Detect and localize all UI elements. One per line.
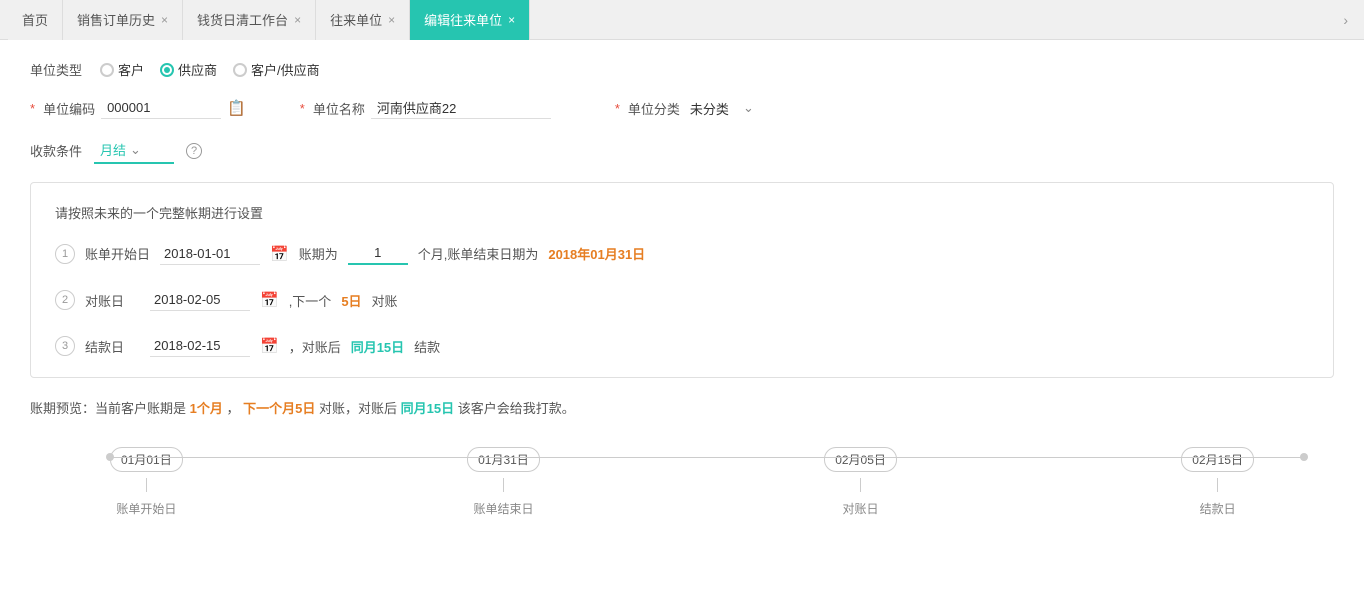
category-required: * xyxy=(615,101,620,116)
payment-condition-row: 收款条件 月结 ⌄ ? xyxy=(30,137,1334,164)
row-label-2: 对账日 xyxy=(85,291,140,310)
name-required: * xyxy=(300,101,305,116)
tab-partner[interactable]: 往来单位 × xyxy=(316,0,410,40)
row-num-1: 1 xyxy=(55,244,75,264)
unit-type-label: 单位类型 xyxy=(30,60,82,79)
unit-type-radio-group: 客户 供应商 客户/供应商 xyxy=(100,60,320,79)
settings-row-1: 1 账单开始日 📅 账期为 个月,账单结束日期为 2018年01月31日 xyxy=(55,242,1309,265)
radio-customer-label: 客户 xyxy=(118,60,144,79)
reconcile-date-input[interactable] xyxy=(150,289,250,311)
unit-code-input[interactable] xyxy=(101,97,221,119)
preview-payment: 同月15日 xyxy=(401,401,454,416)
radio-customer[interactable]: 客户 xyxy=(100,60,144,79)
payment-condition-value: 月结 xyxy=(100,140,126,159)
row-num-3: 3 xyxy=(55,336,75,356)
unit-code-group: * 单位编码 📋 xyxy=(30,97,246,119)
radio-customer-circle xyxy=(100,63,114,77)
reconcile-suffix: 对账 xyxy=(372,291,398,310)
preview-sep1: ， xyxy=(227,401,240,416)
payment-suffix: 结款 xyxy=(414,337,440,356)
start-date-calendar[interactable]: 📅 xyxy=(270,245,289,263)
tl-bubble-3: 02月05日 xyxy=(824,447,897,472)
preview-section: 账期预览：当前客户账期是 1个月 ， 下一个月5日 对账，对账后 同月15日 该… xyxy=(30,398,1334,417)
unit-code-label: 单位编码 xyxy=(43,99,95,118)
reconcile-date-calendar[interactable]: 📅 xyxy=(260,291,279,309)
timeline-line xyxy=(110,457,1304,458)
tab-edit-partner[interactable]: 编辑往来单位 × xyxy=(410,0,530,40)
code-required: * xyxy=(30,101,35,116)
unit-info-row: * 单位编码 📋 * 单位名称 * 单位分类 未分类 ⌄ xyxy=(30,97,1334,119)
tab-close-edit-partner[interactable]: × xyxy=(508,13,515,27)
settings-title: 请按照未来的一个完整帐期进行设置 xyxy=(55,203,1309,222)
row-num-2: 2 xyxy=(55,290,75,310)
tl-label-1: 账单开始日 xyxy=(116,500,176,517)
tabs-more-arrow[interactable]: › xyxy=(1335,12,1356,28)
preview-period: 1个月 xyxy=(190,401,223,416)
payment-dropdown-icon: ⌄ xyxy=(130,142,141,158)
radio-both-circle xyxy=(233,63,247,77)
row-label-1: 账单开始日 xyxy=(85,244,150,263)
radio-supplier-circle xyxy=(160,63,174,77)
end-date-highlight: 2018年01月31日 xyxy=(548,244,645,263)
radio-both[interactable]: 客户/供应商 xyxy=(233,60,320,79)
start-date-input[interactable] xyxy=(160,243,260,265)
tabs-bar: 首页 销售订单历史 × 钱货日清工作台 × 往来单位 × 编辑往来单位 × › xyxy=(0,0,1364,40)
settings-row-2: 2 对账日 📅 ,下一个 5日 对账 xyxy=(55,289,1309,311)
unit-category-value: 未分类 xyxy=(690,99,729,118)
unit-category-group: * 单位分类 未分类 ⌄ xyxy=(615,99,754,118)
reconcile-day-highlight: 5日 xyxy=(341,291,361,310)
unit-type-row: 单位类型 客户 供应商 客户/供应商 xyxy=(30,60,1334,79)
tab-close-partner[interactable]: × xyxy=(388,13,395,27)
payment-condition-dropdown[interactable]: 月结 ⌄ xyxy=(94,137,174,164)
radio-supplier[interactable]: 供应商 xyxy=(160,60,217,79)
period-input[interactable] xyxy=(348,242,408,265)
preview-prefix: 账期预览：当前客户账期是 xyxy=(30,401,186,416)
unit-category-label: 单位分类 xyxy=(628,99,680,118)
category-dropdown-icon[interactable]: ⌄ xyxy=(743,100,754,116)
tl-bubble-2: 01月31日 xyxy=(467,447,540,472)
preview-sep2: 对账，对账后 xyxy=(319,401,397,416)
tab-close-sales-history[interactable]: × xyxy=(161,13,168,27)
main-content: 单位类型 客户 供应商 客户/供应商 * 单位编码 📋 xyxy=(0,40,1364,608)
tab-sales-history[interactable]: 销售订单历史 × xyxy=(63,0,183,40)
settings-box: 请按照未来的一个完整帐期进行设置 1 账单开始日 📅 账期为 个月,账单结束日期… xyxy=(30,182,1334,378)
settings-row-3: 3 结款日 📅 ，对账后 同月15日 结款 xyxy=(55,335,1309,357)
tl-label-2: 账单结束日 xyxy=(473,500,533,517)
period-suffix: 个月,账单结束日期为 xyxy=(418,244,539,263)
tl-bubble-1: 01月01日 xyxy=(110,447,183,472)
timeline-end-dot xyxy=(1300,453,1308,461)
payment-condition-label: 收款条件 xyxy=(30,141,82,160)
radio-both-label: 客户/供应商 xyxy=(251,60,320,79)
preview-reconcile: 下一个月5日 xyxy=(243,401,315,416)
tab-home[interactable]: 首页 xyxy=(8,0,63,40)
period-prefix: 账期为 xyxy=(299,244,338,263)
tab-cash-work[interactable]: 钱货日清工作台 × xyxy=(183,0,316,40)
payment-help-icon[interactable]: ? xyxy=(186,143,202,159)
timeline-start-dot xyxy=(106,453,114,461)
unit-name-input[interactable] xyxy=(371,97,551,119)
unit-code-copy-icon[interactable]: 📋 xyxy=(227,99,246,117)
payment-date-input[interactable] xyxy=(150,335,250,357)
tl-label-3: 对账日 xyxy=(843,500,879,517)
tab-close-cash-work[interactable]: × xyxy=(294,13,301,27)
timeline-container: 01月01日 账单开始日 01月31日 账单结束日 02月05日 对账日 02月… xyxy=(30,437,1334,547)
payment-date-calendar[interactable]: 📅 xyxy=(260,337,279,355)
tl-label-4: 结款日 xyxy=(1200,500,1236,517)
unit-name-group: * 单位名称 xyxy=(300,97,551,119)
reconcile-prefix: ,下一个 xyxy=(289,291,332,310)
payment-day-highlight: 同月15日 xyxy=(351,337,404,356)
radio-supplier-label: 供应商 xyxy=(178,60,217,79)
unit-name-label: 单位名称 xyxy=(313,99,365,118)
preview-suffix: 该客户会给我打款。 xyxy=(458,401,575,416)
payment-prefix: ，对账后 xyxy=(289,337,341,356)
row-label-3: 结款日 xyxy=(85,337,140,356)
tl-bubble-4: 02月15日 xyxy=(1181,447,1254,472)
